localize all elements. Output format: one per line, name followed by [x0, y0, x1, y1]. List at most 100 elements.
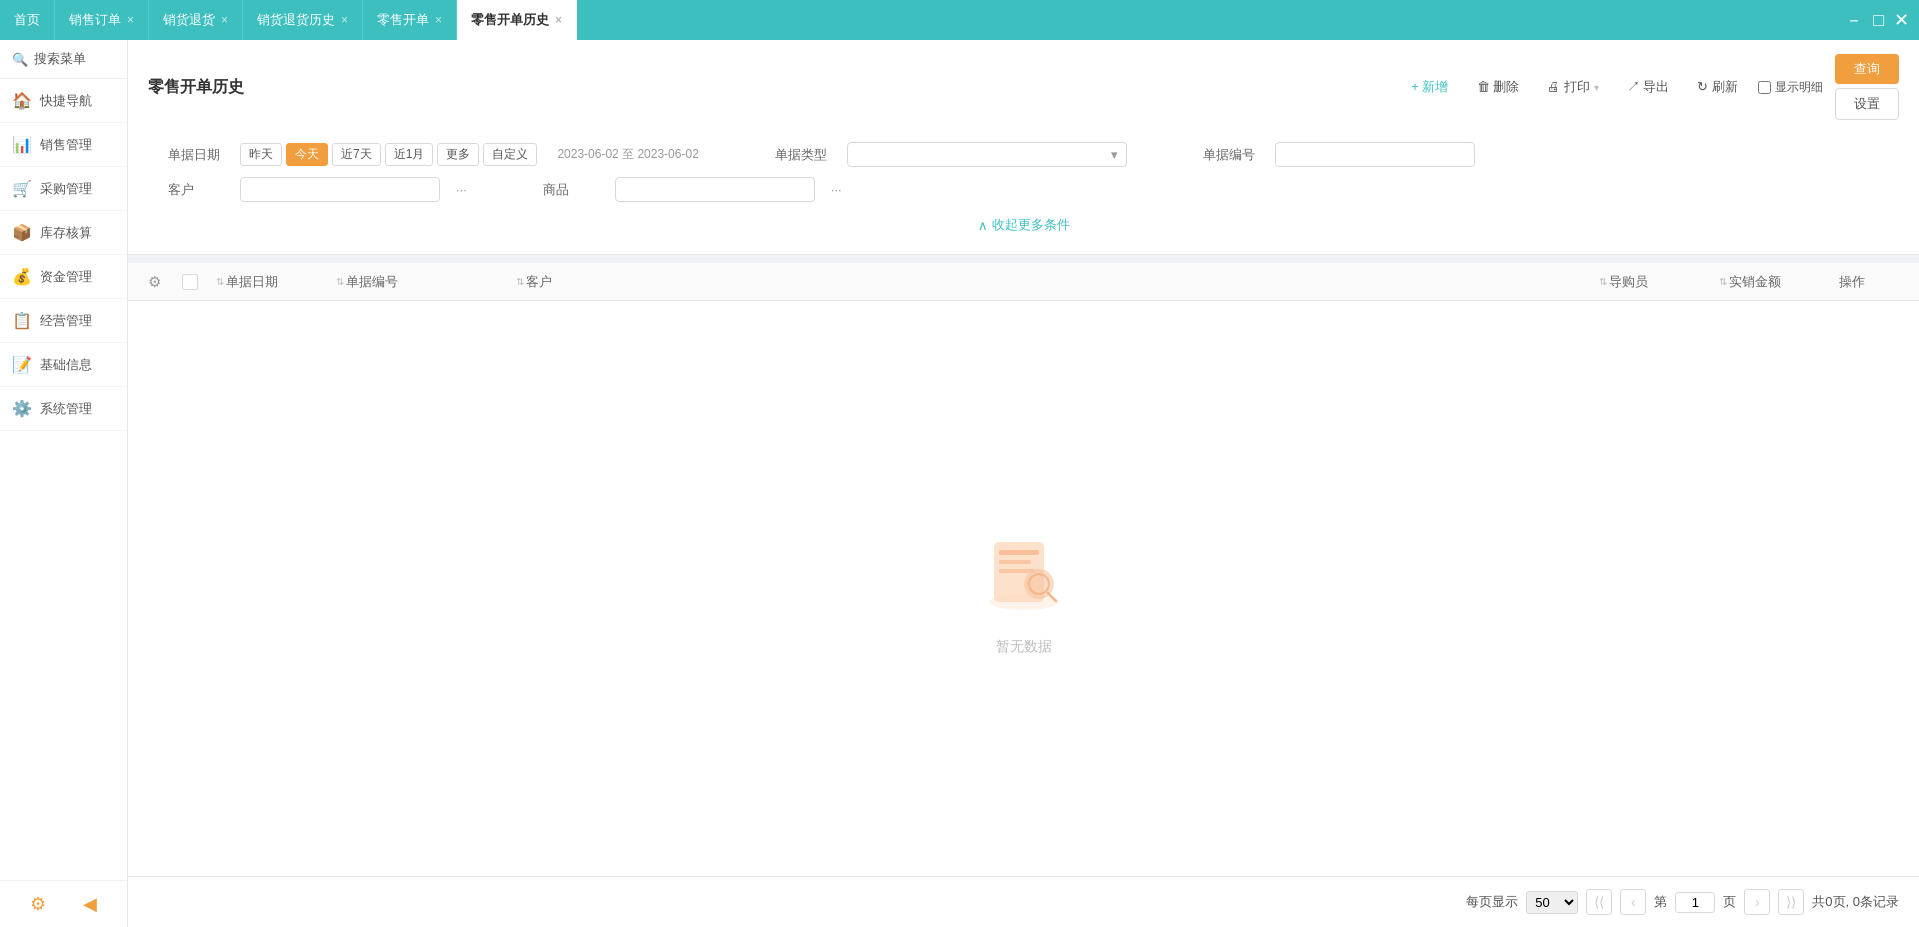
sort-icon-customer: ⇅: [516, 276, 524, 287]
collapse-icon[interactable]: ◀: [83, 893, 97, 915]
close-tab-sales-return-history[interactable]: ×: [341, 13, 348, 27]
tab-sales-return[interactable]: 销货退货 ×: [149, 0, 243, 40]
table-container: ⚙ ⇅ 单据日期 ⇅ 单据编号 ⇅ 客户 ⇅: [128, 263, 1919, 876]
collapse-more-btn[interactable]: ∧ 收起更多条件: [168, 212, 1879, 244]
sidebar-item-inventory[interactable]: 📦 库存核算: [0, 211, 127, 255]
first-page-btn[interactable]: ⟨⟨: [1586, 889, 1612, 915]
page-number-input[interactable]: [1675, 892, 1715, 913]
per-page-label: 每页显示: [1466, 893, 1518, 911]
close-tab-retail-open-history[interactable]: ×: [555, 13, 562, 27]
page-title-row: 零售开单历史 + 新增 🗑 删除 🖨 打印 ▾ ↗ 导出: [148, 54, 1899, 120]
minimize-btn[interactable]: －: [1845, 8, 1863, 32]
order-type-select[interactable]: ▾: [847, 142, 1127, 167]
doc-icon: 📋: [12, 311, 32, 330]
export-button[interactable]: ↗ 导出: [1619, 74, 1678, 100]
date-range-display: 2023-06-02 至 2023-06-02: [557, 146, 698, 163]
money-icon: 💰: [12, 267, 32, 286]
date-btn-today[interactable]: 今天: [286, 143, 328, 166]
sort-icon-date: ⇅: [216, 276, 224, 287]
total-info: 共0页, 0条记录: [1812, 893, 1899, 911]
svg-rect-2: [999, 550, 1039, 555]
cart-icon: 🛒: [12, 179, 32, 198]
sidebar-search[interactable]: 🔍 搜索菜单: [0, 40, 127, 79]
filter-row-customer: 客户 ··· 商品 ···: [168, 177, 1879, 202]
th-date[interactable]: ⇅ 单据日期: [208, 273, 328, 291]
settings-icon[interactable]: ⚙: [30, 893, 46, 915]
table-header: ⚙ ⇅ 单据日期 ⇅ 单据编号 ⇅ 客户 ⇅: [128, 263, 1919, 301]
sidebar-item-purchase-mgmt[interactable]: 🛒 采购管理: [0, 167, 127, 211]
customer-label: 客户: [168, 181, 224, 199]
empty-text: 暂无数据: [996, 638, 1052, 656]
chevron-down-icon: ▾: [1594, 82, 1599, 93]
date-filter-label: 单据日期: [168, 146, 224, 164]
show-detail-checkbox[interactable]: [1758, 81, 1771, 94]
th-amount[interactable]: ⇅ 实销金额: [1711, 273, 1831, 291]
tab-sales-order[interactable]: 销售订单 ×: [55, 0, 149, 40]
sidebar-item-quick-nav[interactable]: 🏠 快捷导航: [0, 79, 127, 123]
home-icon: 🏠: [12, 91, 32, 110]
select-all-checkbox[interactable]: [182, 274, 198, 290]
sidebar-item-finance[interactable]: 💰 资金管理: [0, 255, 127, 299]
print-button[interactable]: 🖨 打印 ▾: [1539, 74, 1607, 100]
top-tabbar: 首页 销售订单 × 销货退货 × 销货退货历史 × 零售开单 × 零售开单历史 …: [0, 0, 1919, 40]
date-btn-more[interactable]: 更多: [437, 143, 479, 166]
refresh-button[interactable]: ↻ 刷新: [1689, 74, 1746, 100]
th-ops: 操作: [1831, 273, 1911, 291]
empty-state: 暂无数据: [128, 301, 1919, 876]
th-check: [172, 274, 208, 290]
chevron-up-icon: ∧: [978, 218, 988, 233]
empty-illustration: [974, 522, 1074, 622]
date-btn-1month[interactable]: 近1月: [385, 143, 434, 166]
close-tab-sales-return[interactable]: ×: [221, 13, 228, 27]
date-btn-yesterday[interactable]: 昨天: [240, 143, 282, 166]
delete-button[interactable]: 🗑 删除: [1469, 74, 1528, 100]
close-tab-sales-order[interactable]: ×: [127, 13, 134, 27]
tab-sales-return-history[interactable]: 销货退货历史 ×: [243, 0, 363, 40]
show-detail-checkbox-label[interactable]: 显示明细: [1758, 79, 1823, 96]
search-icon: 🔍: [12, 52, 28, 67]
settings-button[interactable]: 设置: [1835, 88, 1899, 120]
sort-icon-order-no: ⇅: [336, 276, 344, 287]
tab-retail-open[interactable]: 零售开单 ×: [363, 0, 457, 40]
goods-ellipsis[interactable]: ···: [831, 182, 842, 197]
new-button[interactable]: + 新增: [1403, 74, 1456, 100]
close-tab-retail-open[interactable]: ×: [435, 13, 442, 27]
toolbar-btns: + 新增 🗑 删除 🖨 打印 ▾ ↗ 导出 ↻ 刷新: [1403, 54, 1899, 120]
tab-home[interactable]: 首页: [0, 0, 55, 40]
date-btn-7days[interactable]: 近7天: [332, 143, 381, 166]
next-page-btn[interactable]: ›: [1744, 889, 1770, 915]
sidebar-item-operations[interactable]: 📋 经营管理: [0, 299, 127, 343]
chart-icon: 📊: [12, 135, 32, 154]
box-icon: 📦: [12, 223, 32, 242]
page-label-after: 页: [1723, 893, 1736, 911]
date-btn-custom[interactable]: 自定义: [483, 143, 537, 166]
customer-input[interactable]: [240, 177, 440, 202]
sidebar-item-sales-mgmt[interactable]: 📊 销售管理: [0, 123, 127, 167]
sidebar-item-system[interactable]: ⚙️ 系统管理: [0, 387, 127, 431]
th-customer[interactable]: ⇅ 客户: [508, 273, 1591, 291]
query-button[interactable]: 查询: [1835, 54, 1899, 84]
maximize-btn[interactable]: □: [1873, 10, 1884, 31]
info-icon: 📝: [12, 355, 32, 374]
order-no-label: 单据编号: [1203, 146, 1259, 164]
main-layout: 🔍 搜索菜单 🏠 快捷导航 📊 销售管理 🛒 采购管理 📦 库存核算 💰 资金管…: [0, 40, 1919, 927]
content-area: 零售开单历史 + 新增 🗑 删除 🖨 打印 ▾ ↗ 导出: [128, 40, 1919, 927]
goods-input[interactable]: [615, 177, 815, 202]
svg-rect-3: [999, 560, 1031, 564]
table-settings-icon[interactable]: ⚙: [148, 273, 161, 291]
th-settings[interactable]: ⚙: [136, 273, 172, 291]
customer-ellipsis[interactable]: ···: [456, 182, 467, 197]
sort-icon-guide: ⇅: [1599, 276, 1607, 287]
gear-icon: ⚙️: [12, 399, 32, 418]
close-window-btn[interactable]: ✕: [1894, 9, 1909, 31]
sidebar-item-basic-info[interactable]: 📝 基础信息: [0, 343, 127, 387]
last-page-btn[interactable]: ⟩⟩: [1778, 889, 1804, 915]
th-guide[interactable]: ⇅ 导购员: [1591, 273, 1711, 291]
order-no-input[interactable]: [1275, 142, 1475, 167]
per-page-select[interactable]: 50 10 20 100: [1526, 891, 1578, 914]
page-label-before: 第: [1654, 893, 1667, 911]
th-order-no[interactable]: ⇅ 单据编号: [328, 273, 508, 291]
prev-page-btn[interactable]: ‹: [1620, 889, 1646, 915]
tab-retail-open-history[interactable]: 零售开单历史 ×: [457, 0, 577, 40]
sidebar: 🔍 搜索菜单 🏠 快捷导航 📊 销售管理 🛒 采购管理 📦 库存核算 💰 资金管…: [0, 40, 128, 927]
